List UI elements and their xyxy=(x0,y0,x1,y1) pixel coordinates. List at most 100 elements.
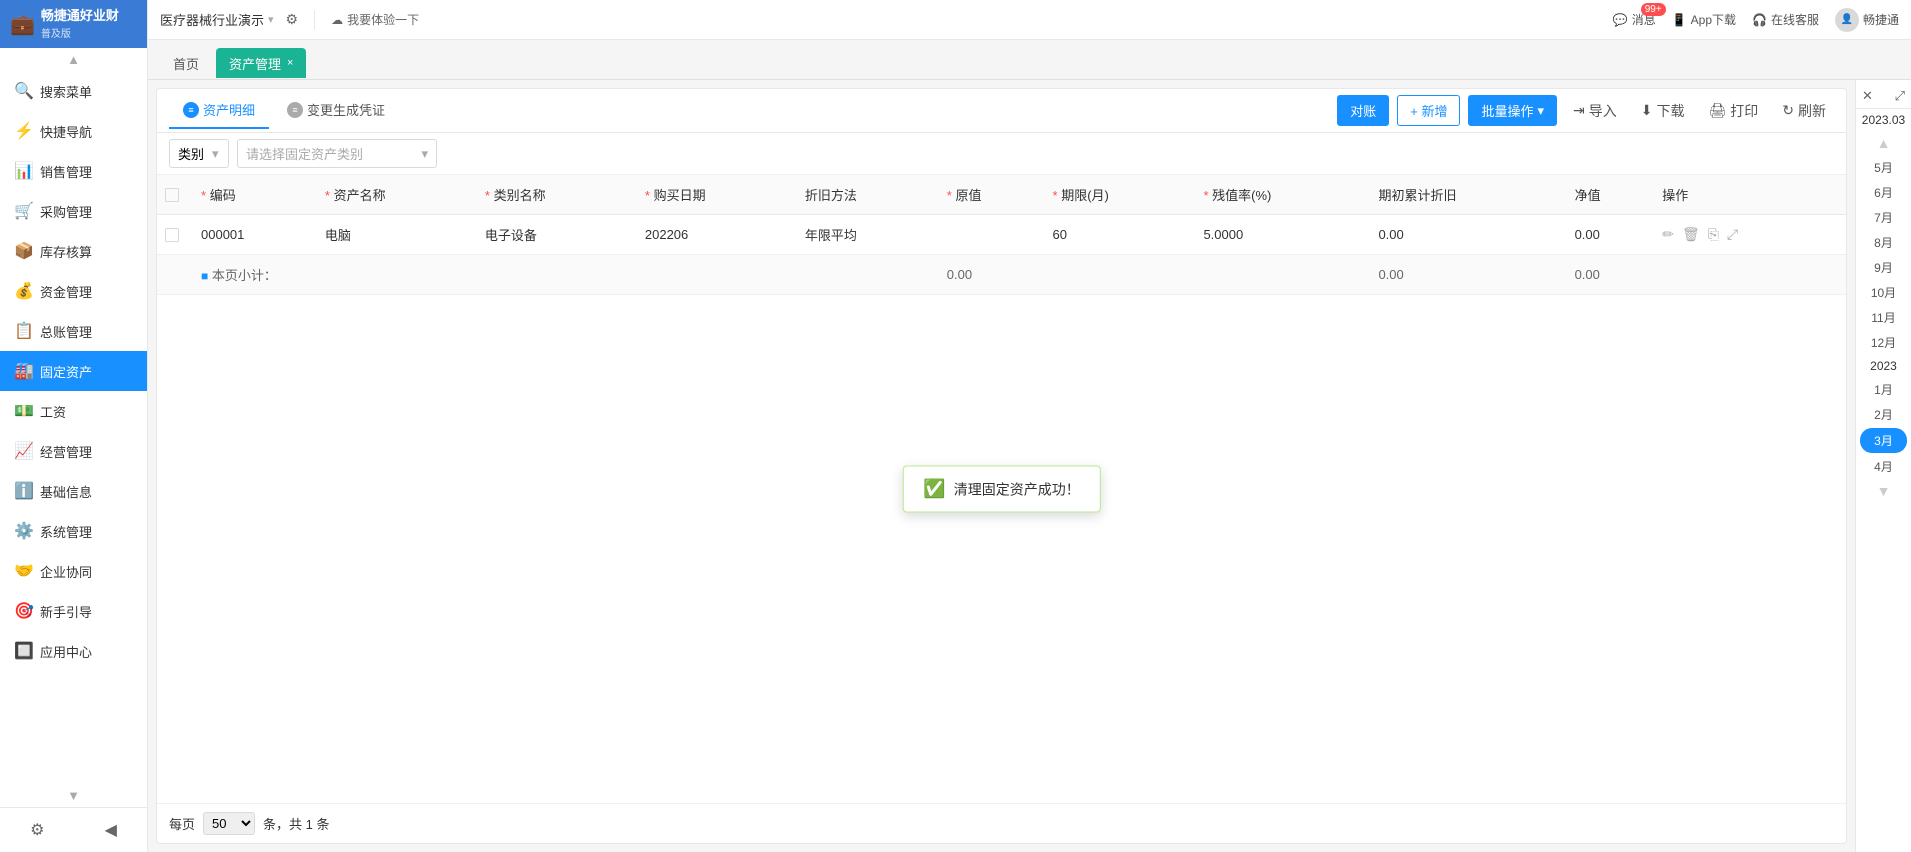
sidebar-item-guide[interactable]: 🎯 新手引导 xyxy=(0,591,147,631)
table-header-period-month: * 期限(月) xyxy=(1045,175,1196,215)
capital-icon: 💰 xyxy=(14,281,32,301)
sidebar-item-label: 工资 xyxy=(40,402,66,421)
subtotal-period-accum: 0.00 xyxy=(1370,255,1566,295)
online-service-icon: 🎧 xyxy=(1752,13,1767,27)
subtotal-empty-action xyxy=(1654,255,1846,295)
tab-home[interactable]: 首页 xyxy=(160,48,212,78)
month-item-8[interactable]: 8月 xyxy=(1856,230,1911,255)
import-icon: ⇥ xyxy=(1573,102,1585,119)
experience-label: 我要体验一下 xyxy=(347,11,419,28)
sidebar-item-fixed-asset[interactable]: 🏭 固定资产 xyxy=(0,351,147,391)
sidebar-item-cooperation[interactable]: 🤝 企业协同 xyxy=(0,551,147,591)
sales-icon: 📊 xyxy=(14,161,32,181)
months-scroll-up[interactable]: ▲ xyxy=(1856,131,1911,155)
page-content: ≡ 资产明细 ≡ 变更生成凭证 对账 + 新增 批量操作 ▾ ⇥ xyxy=(156,88,1847,844)
new-button[interactable]: + 新增 xyxy=(1397,95,1460,126)
month-item-9[interactable]: 9月 xyxy=(1856,255,1911,280)
sidebar-scroll-up[interactable]: ▲ xyxy=(0,48,147,71)
reconcile-button[interactable]: 对账 xyxy=(1337,95,1389,126)
category-chevron-icon: ▾ xyxy=(212,146,219,162)
table-header-category-name: * 类别名称 xyxy=(477,175,637,215)
sidebar-scroll-down[interactable]: ▼ xyxy=(0,784,147,807)
sidebar-item-app-center[interactable]: 🔲 应用中心 xyxy=(0,631,147,671)
subtotal-icon: ■ xyxy=(201,269,208,283)
batch-button[interactable]: 批量操作 ▾ xyxy=(1468,95,1557,126)
row-code: 000001 xyxy=(193,215,317,255)
user-profile[interactable]: 👤 畅捷通 xyxy=(1835,8,1899,32)
sidebar-item-payroll[interactable]: 💵 工资 xyxy=(0,391,147,431)
panel-expand-icon[interactable]: ⤢ xyxy=(1895,88,1905,104)
download-button[interactable]: ⬇ 下载 xyxy=(1633,96,1693,126)
experience-button[interactable]: ☁ 我要体验一下 xyxy=(331,11,419,28)
category-select[interactable]: 类别 ▾ xyxy=(169,139,229,168)
panel-close-icon[interactable]: ✕ xyxy=(1862,88,1873,104)
sidebar: 💼 畅捷通好业财 普及版 ▲ 🔍 搜索菜单 ⚡ 快捷导航 📊 销售管理 🛒 采购… xyxy=(0,0,148,852)
month-item-5[interactable]: 5月 xyxy=(1856,155,1911,180)
row-net-value: 0.00 xyxy=(1567,215,1655,255)
asset-detail-icon: ≡ xyxy=(183,102,199,118)
month-item-11[interactable]: 11月 xyxy=(1856,305,1911,330)
category-input[interactable]: 请选择固定资产类别 ▾ xyxy=(237,139,437,168)
sidebar-item-label: 应用中心 xyxy=(40,642,92,661)
message-button[interactable]: 💬 消息 99+ xyxy=(1613,11,1656,28)
more-icon[interactable]: ⤢ xyxy=(1727,226,1738,243)
sidebar-item-purchase[interactable]: 🛒 采购管理 xyxy=(0,191,147,231)
subtotal-label: 本页小计： xyxy=(212,268,277,283)
sidebar-item-label: 销售管理 xyxy=(40,162,92,181)
inventory-icon: 📦 xyxy=(14,241,32,261)
month-item-12[interactable]: 12月 xyxy=(1856,330,1911,355)
tab-asset-mgmt[interactable]: 资产管理 × xyxy=(216,48,306,78)
month-item-10[interactable]: 10月 xyxy=(1856,280,1911,305)
avatar: 👤 xyxy=(1835,8,1859,32)
delete-icon[interactable]: 🗑 xyxy=(1682,226,1700,243)
app-center-icon: 🔲 xyxy=(14,641,32,661)
table-header-period-accum: 期初累计折旧 xyxy=(1370,175,1566,215)
sidebar-item-label: 资金管理 xyxy=(40,282,92,301)
online-service-button[interactable]: 🎧 在线客服 xyxy=(1752,11,1819,28)
logo-text: 畅捷通好业财 xyxy=(41,8,119,25)
import-button[interactable]: ⇥ 导入 xyxy=(1565,96,1625,126)
tab-close-icon[interactable]: × xyxy=(287,57,293,69)
message-badge: 99+ xyxy=(1641,3,1666,16)
settings-button[interactable]: ⚙ xyxy=(22,816,52,844)
months-scroll-down[interactable]: ▼ xyxy=(1856,479,1911,503)
sidebar-item-inventory[interactable]: 📦 库存核算 xyxy=(0,231,147,271)
row-action-cell: ✏ 🗑 ⎘ ⤢ xyxy=(1654,215,1846,255)
sidebar-item-quick-nav[interactable]: ⚡ 快捷导航 xyxy=(0,111,147,151)
select-all-checkbox[interactable] xyxy=(165,188,179,202)
sub-tab-asset-detail[interactable]: ≡ 资产明细 xyxy=(169,92,269,129)
sidebar-item-label: 经营管理 xyxy=(40,442,92,461)
app-download-icon: 📱 xyxy=(1672,13,1687,27)
copy-icon[interactable]: ⎘ xyxy=(1708,226,1719,243)
row-checkbox[interactable] xyxy=(165,228,179,242)
ledger-icon: 📋 xyxy=(14,321,32,341)
batch-label: 批量操作 xyxy=(1481,101,1533,120)
refresh-button[interactable]: ↻ 刷新 xyxy=(1774,96,1834,126)
toast-check-icon: ✅ xyxy=(923,479,945,500)
print-button[interactable]: 🖨 打印 xyxy=(1700,96,1766,126)
per-page-select[interactable]: 50 100 200 xyxy=(203,812,255,835)
edit-icon[interactable]: ✏ xyxy=(1662,226,1674,243)
sidebar-bottom: ⚙ ◀ xyxy=(0,807,147,852)
settings-icon[interactable]: ⚙ xyxy=(286,11,299,28)
sidebar-item-capital[interactable]: 💰 资金管理 xyxy=(0,271,147,311)
month-item-6[interactable]: 6月 xyxy=(1856,180,1911,205)
company-selector[interactable]: 医疗器械行业演示 ▾ xyxy=(160,10,274,29)
sidebar-item-sales[interactable]: 📊 销售管理 xyxy=(0,151,147,191)
sidebar-item-system[interactable]: ⚙️ 系统管理 xyxy=(0,511,147,551)
month-item-4[interactable]: 4月 xyxy=(1856,454,1911,479)
sub-tab-change-voucher[interactable]: ≡ 变更生成凭证 xyxy=(273,92,399,129)
sidebar-item-label: 固定资产 xyxy=(40,362,92,381)
sidebar-item-basic-info[interactable]: ℹ️ 基础信息 xyxy=(0,471,147,511)
month-item-2[interactable]: 2月 xyxy=(1856,402,1911,427)
month-item-3[interactable]: 3月 xyxy=(1860,428,1907,453)
collapse-button[interactable]: ◀ xyxy=(97,816,125,844)
sidebar-item-management[interactable]: 📈 经营管理 xyxy=(0,431,147,471)
month-item-7[interactable]: 7月 xyxy=(1856,205,1911,230)
month-item-1[interactable]: 1月 xyxy=(1856,377,1911,402)
app-download-label: App下载 xyxy=(1691,11,1736,28)
app-download-button[interactable]: 📱 App下载 xyxy=(1672,11,1736,28)
sidebar-item-ledger[interactable]: 📋 总账管理 xyxy=(0,311,147,351)
purchase-icon: 🛒 xyxy=(14,201,32,221)
sidebar-item-search[interactable]: 🔍 搜索菜单 xyxy=(0,71,147,111)
